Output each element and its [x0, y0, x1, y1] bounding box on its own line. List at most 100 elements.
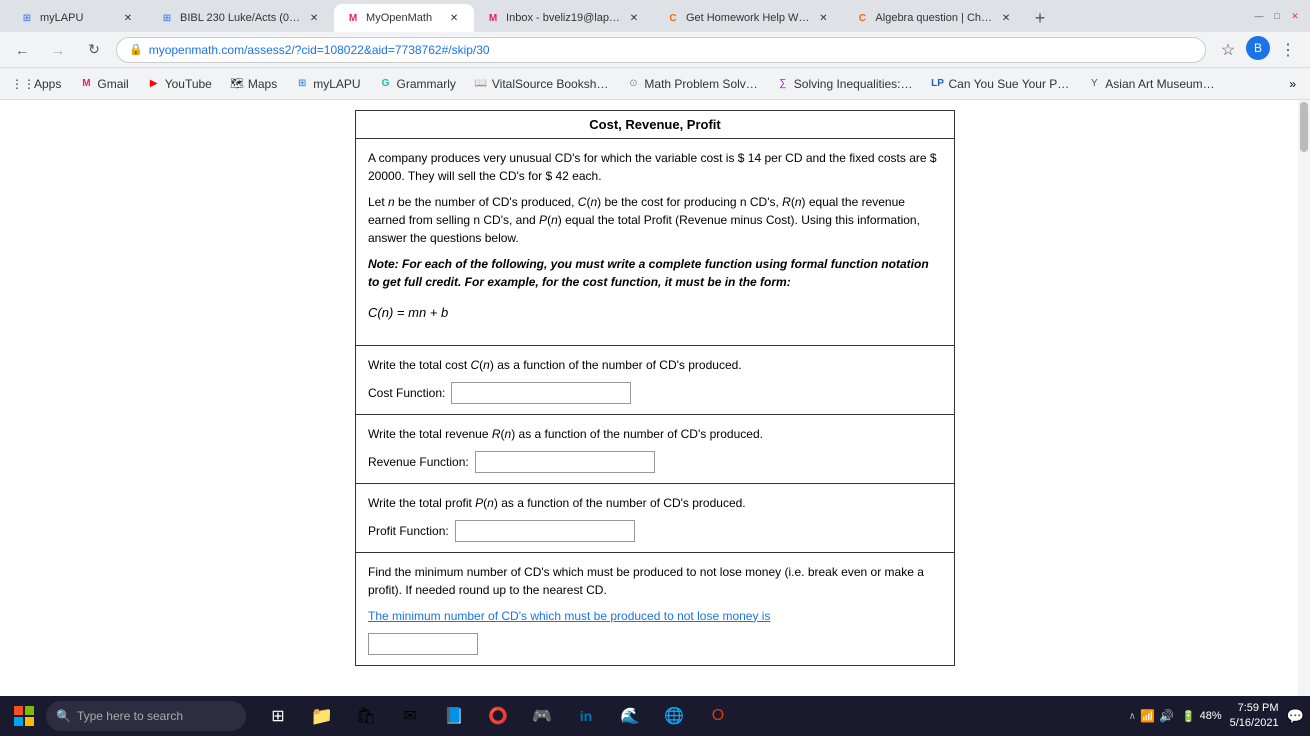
maps-icon: 🗺 — [230, 77, 244, 91]
tab-close-2[interactable]: ✕ — [306, 10, 322, 26]
bookmark-asianart-label: Asian Art Museum… — [1105, 77, 1214, 91]
reload-button[interactable]: ↻ — [80, 36, 108, 64]
tab-close-3[interactable]: ✕ — [446, 10, 462, 26]
taskbar-app5[interactable]: 📘 — [434, 698, 474, 734]
bookmark-vitalsource[interactable]: 📖 VitalSource Booksh… — [466, 72, 617, 96]
close-button[interactable]: ✕ — [1288, 9, 1302, 23]
bookmark-mathproblem-label: Math Problem Solv… — [644, 77, 757, 91]
window-controls: — □ ✕ — [1252, 9, 1302, 23]
revenue-function-input[interactable] — [475, 451, 655, 473]
bookmark-maps-label: Maps — [248, 77, 277, 91]
profile-icon[interactable]: B — [1246, 36, 1270, 60]
scrollbar-thumb[interactable] — [1300, 102, 1308, 152]
bookmark-mathproblem[interactable]: ⊙ Math Problem Solv… — [618, 72, 765, 96]
url-bar[interactable]: 🔒 myopenmath.com/assess2/?cid=108022&aid… — [116, 37, 1206, 63]
grammarly-icon: G — [379, 77, 393, 91]
profit-function-input[interactable] — [455, 520, 635, 542]
extensions-icon[interactable]: ⋮ — [1274, 36, 1302, 64]
pn-n: n — [551, 213, 558, 227]
taskbar-search[interactable]: 🔍 Type here to search — [46, 701, 246, 731]
taskbar-edge[interactable]: 🌊 — [610, 698, 650, 734]
minimum-number-input[interactable] — [368, 633, 478, 655]
bookmarks-bar: ⋮⋮ Apps M Gmail ▶ YouTube 🗺 Maps ⊞ myLAP… — [0, 68, 1310, 100]
bookmark-inequalities-label: Solving Inequalities:… — [794, 77, 913, 91]
question-container: Cost, Revenue, Profit A company produces… — [355, 110, 955, 666]
taskbar-store[interactable]: 🛍 — [346, 698, 386, 734]
gmail-icon: M — [79, 77, 93, 91]
tab-algebra[interactable]: C Algebra question | Ch… ✕ — [843, 4, 1026, 32]
bookmark-sue[interactable]: LP Can You Sue Your P… — [923, 72, 1078, 96]
start-button[interactable] — [6, 698, 42, 734]
tab-title-2: BIBL 230 Luke/Acts (0… — [180, 12, 300, 24]
q3-prompt: Write the total profit P(n) as a functio… — [368, 494, 942, 512]
battery-area: 🔋 48% — [1182, 710, 1222, 723]
edge-icon: 🌊 — [620, 706, 640, 726]
bookmark-inequalities[interactable]: ∑ Solving Inequalities:… — [768, 72, 921, 96]
minimize-button[interactable]: — — [1252, 9, 1266, 23]
forward-button[interactable]: → — [44, 36, 72, 64]
tab-close-4[interactable]: ✕ — [626, 10, 642, 26]
q4-link: The minimum number of CD's which must be… — [368, 607, 942, 625]
vitalsource-icon: 📖 — [474, 77, 488, 91]
tab-bibl[interactable]: ⊞ BIBL 230 Luke/Acts (0… ✕ — [148, 4, 334, 32]
taskbar-app7[interactable]: 🎮 — [522, 698, 562, 734]
tab-favicon-1: ⊞ — [20, 11, 34, 25]
bookmark-apps[interactable]: ⋮⋮ Apps — [8, 72, 69, 96]
notification-button[interactable]: 💬 — [1287, 708, 1304, 725]
rn-notation: R — [782, 195, 791, 209]
maximize-button[interactable]: □ — [1270, 9, 1284, 23]
bookmark-gmail[interactable]: M Gmail — [71, 72, 136, 96]
tab-group: ⊞ myLAPU ✕ ⊞ BIBL 230 Luke/Acts (0… ✕ M … — [8, 0, 1252, 32]
search-placeholder: Type here to search — [77, 709, 183, 723]
sound-icon[interactable]: 🔊 — [1159, 709, 1174, 723]
address-bar: ← → ↻ 🔒 myopenmath.com/assess2/?cid=1080… — [0, 32, 1310, 68]
tab-myopenmath[interactable]: M MyOpenMath ✕ — [334, 4, 474, 32]
taskbar-task-view[interactable]: ⊞ — [258, 698, 298, 734]
bookmarks-more[interactable]: » — [1283, 77, 1302, 91]
mathproblem-icon: ⊙ — [626, 77, 640, 91]
scrollbar-track[interactable] — [1298, 100, 1310, 696]
q2-input-row: Revenue Function: — [368, 451, 942, 473]
tab-close-1[interactable]: ✕ — [120, 10, 136, 26]
store-icon: 🛍 — [356, 706, 376, 726]
taskbar-linkedin[interactable]: in — [566, 698, 606, 734]
taskbar-clock[interactable]: 7:59 PM 5/16/2021 — [1230, 701, 1279, 732]
q4-prompt: Find the minimum number of CD's which mu… — [368, 563, 942, 599]
taskbar-cortana[interactable]: ⭕ — [478, 698, 518, 734]
tab-mylapu[interactable]: ⊞ myLAPU ✕ — [8, 4, 148, 32]
taskbar-file-explorer[interactable]: 📁 — [302, 698, 342, 734]
taskbar-office[interactable]: O — [698, 698, 738, 734]
battery-percent: 48% — [1200, 710, 1222, 722]
taskbar-chrome[interactable]: 🌐 — [654, 698, 694, 734]
q1-prompt: Write the total cost C(n) as a function … — [368, 356, 942, 374]
intro-paragraph-1: A company produces very unusual CD's for… — [368, 149, 942, 185]
bookmark-youtube[interactable]: ▶ YouTube — [139, 72, 220, 96]
bookmark-asianart[interactable]: Y Asian Art Museum… — [1079, 72, 1222, 96]
new-tab-button[interactable]: + — [1026, 4, 1054, 32]
bookmark-youtube-label: YouTube — [165, 77, 212, 91]
network-icon[interactable]: 📶 — [1140, 709, 1155, 723]
tab-close-6[interactable]: ✕ — [998, 10, 1014, 26]
bookmark-vitalsource-label: VitalSource Booksh… — [492, 77, 609, 91]
taskbar-right: ∧ 📶 🔊 🔋 48% 7:59 PM 5/16/2021 💬 — [1129, 701, 1304, 732]
tab-title-5: Get Homework Help W… — [686, 12, 809, 24]
tab-homework[interactable]: C Get Homework Help W… ✕ — [654, 4, 843, 32]
cost-function-input[interactable] — [451, 382, 631, 404]
bookmark-grammarly[interactable]: G Grammarly — [371, 72, 464, 96]
windows-logo-icon — [14, 706, 34, 726]
taskbar-mail[interactable]: ✉ — [390, 698, 430, 734]
bookmark-mylapu[interactable]: ⊞ myLAPU — [287, 72, 368, 96]
search-icon: 🔍 — [56, 709, 71, 723]
system-tray: ∧ 📶 🔊 — [1129, 709, 1174, 723]
bookmark-star-icon[interactable]: ☆ — [1214, 36, 1242, 64]
question-intro: A company produces very unusual CD's for… — [356, 139, 954, 346]
bookmark-apps-label: Apps — [34, 77, 61, 91]
tab-inbox[interactable]: M Inbox - bveliz19@lap… ✕ — [474, 4, 654, 32]
up-arrow-icon[interactable]: ∧ — [1129, 711, 1136, 722]
tab-close-5[interactable]: ✕ — [815, 10, 831, 26]
bookmark-maps[interactable]: 🗺 Maps — [222, 72, 285, 96]
cn-n: n — [590, 195, 597, 209]
task-view-icon: ⊞ — [271, 706, 284, 726]
q4-minimum: Find the minimum number of CD's which mu… — [356, 553, 954, 665]
back-button[interactable]: ← — [8, 36, 36, 64]
